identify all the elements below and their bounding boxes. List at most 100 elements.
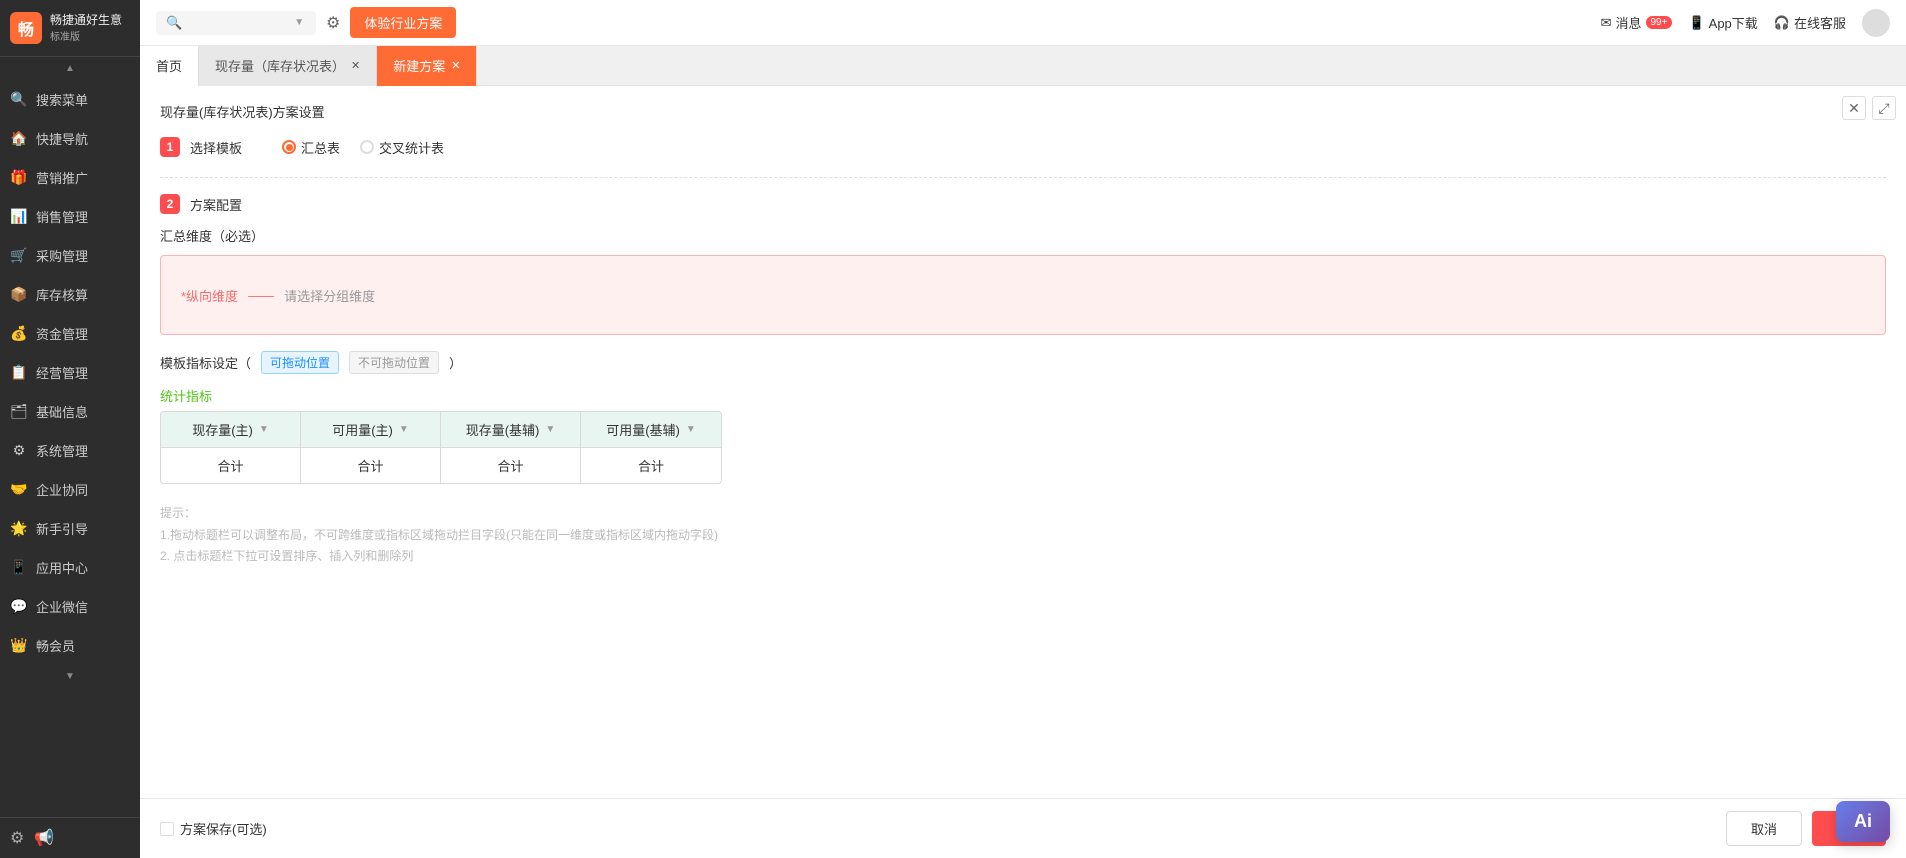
sidebar-item-business[interactable]: 📋 经营管理 — [0, 353, 140, 392]
tip-header: 提示： — [160, 503, 1886, 525]
col2-chevron-icon[interactable]: ▼ — [545, 424, 555, 435]
col1-chevron-icon[interactable]: ▼ — [399, 424, 409, 435]
step1-divider — [160, 177, 1886, 178]
content-area: ✕ ⤢ 现存量(库存状况表)方案设置 1 选择模板 汇总表 — [140, 86, 1906, 858]
sidebar-item-sales[interactable]: 📊 销售管理 — [0, 197, 140, 236]
money-icon: 💰 — [10, 325, 28, 343]
crown-icon: 👑 — [10, 637, 28, 655]
stats-table-header: 现存量(主) ▼ 可用量(主) ▼ 现存量(基辅) ▼ 可用量(基辅) — [161, 412, 721, 448]
stats-table: 现存量(主) ▼ 可用量(主) ▼ 现存量(基辅) ▼ 可用量(基辅) — [160, 411, 722, 484]
topbar-search-input[interactable] — [188, 16, 288, 30]
sidebar-item-nav[interactable]: 🏠 快捷导航 — [0, 119, 140, 158]
stats-cell-0-0: 合计 — [161, 448, 301, 483]
panel: ✕ ⤢ 现存量(库存状况表)方案设置 1 选择模板 汇总表 — [140, 86, 1906, 798]
dimension-select-hint[interactable]: 请选择分组维度 — [284, 286, 375, 305]
radio-cross-circle — [360, 140, 374, 154]
speaker-icon[interactable]: 📢 — [34, 828, 54, 848]
sidebar-footer: ⚙ 📢 — [0, 817, 140, 858]
stats-cell-0-3: 合计 — [581, 448, 721, 483]
save-label: 方案保存(可选) — [180, 819, 267, 838]
save-checkbox[interactable] — [160, 822, 174, 836]
topbar-msg[interactable]: ✉ 消息 99+ — [1601, 13, 1673, 32]
col3-chevron-icon[interactable]: ▼ — [686, 424, 696, 435]
panel-title: 现存量(库存状况表)方案设置 — [160, 102, 1886, 121]
step1-section: 1 选择模板 汇总表 交叉统计表 — [160, 137, 1886, 157]
sidebar-logo: 畅 畅捷通好生意 标准版 — [0, 0, 140, 57]
stats-col-3[interactable]: 可用量(基辅) ▼ — [581, 412, 721, 447]
step2-header: 2 方案配置 — [160, 194, 1886, 214]
panel-close-btn[interactable]: ✕ — [1842, 96, 1866, 120]
cart-icon: 🛒 — [10, 247, 28, 265]
sidebar-item-basic[interactable]: 🗂 基础信息 — [0, 392, 140, 431]
stats-table-row-0: 合计 合计 合计 合计 — [161, 448, 721, 483]
step1-header: 1 选择模板 汇总表 交叉统计表 — [160, 137, 1886, 157]
topbar-app[interactable]: 📱 App下载 — [1688, 13, 1757, 32]
settings-icon[interactable]: ⚙ — [10, 828, 24, 848]
chart-icon: 📊 — [10, 208, 28, 226]
sidebar-item-system[interactable]: ⚙ 系统管理 — [0, 431, 140, 470]
sidebar-item-enterprise[interactable]: 🤝 企业协同 — [0, 470, 140, 509]
message-icon: ✉ — [1601, 15, 1612, 31]
stats-col-2[interactable]: 现存量(基辅) ▼ — [441, 412, 581, 447]
sidebar-item-finance[interactable]: 💰 资金管理 — [0, 314, 140, 353]
tab-new-plan-close-icon[interactable]: ✕ — [451, 59, 460, 72]
sidebar-item-search[interactable]: 🔍 搜索菜单 — [0, 80, 140, 119]
tab-new-plan[interactable]: 新建方案 ✕ — [377, 46, 477, 86]
col0-chevron-icon[interactable]: ▼ — [259, 424, 269, 435]
panel-actions: ✕ ⤢ — [1842, 96, 1896, 120]
step2-title: 方案配置 — [190, 195, 242, 214]
step2-section: 2 方案配置 汇总维度（必选） *纵向维度 —— 请选择分组维度 模板指标设定（ — [160, 194, 1886, 568]
topbar-search-box[interactable]: 🔍 ▼ — [156, 11, 316, 35]
clipboard-icon: 📋 — [10, 364, 28, 382]
save-option: 方案保存(可选) — [160, 819, 267, 838]
indicator-label: 模板指标设定（ 可拖动位置 不可拖动位置 ） — [160, 351, 1886, 374]
sidebar-item-guide[interactable]: 🌟 新手引导 — [0, 509, 140, 548]
tab-inventory-status[interactable]: 现存量（库存状况表） ✕ — [199, 46, 377, 86]
tips-section: 提示： 1.拖动标题栏可以调整布局，不可跨维度或指标区域拖动拦目字段(只能在同一… — [160, 503, 1886, 568]
star-icon: 🌟 — [10, 520, 28, 538]
sidebar-item-marketing[interactable]: 🎁 营销推广 — [0, 158, 140, 197]
sidebar-item-purchase[interactable]: 🛒 采购管理 — [0, 236, 140, 275]
radio-summary[interactable]: 汇总表 — [282, 138, 340, 157]
sidebar-item-inventory[interactable]: 📦 库存核算 — [0, 275, 140, 314]
topbar-right: ✉ 消息 99+ 📱 App下载 🎧 在线客服 — [1601, 9, 1890, 37]
panel-expand-btn[interactable]: ⤢ — [1872, 96, 1896, 120]
stats-section-label: 统计指标 — [160, 386, 1886, 405]
app-name-text: 畅捷通好生意 标准版 — [50, 13, 122, 44]
trial-btn[interactable]: 体验行业方案 — [350, 7, 456, 38]
sidebar-scroll-down[interactable]: ▼ — [0, 665, 140, 688]
tab-home[interactable]: 首页 — [140, 46, 199, 86]
user-avatar[interactable] — [1862, 9, 1890, 37]
chat-icon: 💬 — [10, 598, 28, 616]
step1-title: 选择模板 — [190, 138, 242, 157]
radio-summary-circle — [282, 140, 296, 154]
tab-inventory-close-icon[interactable]: ✕ — [351, 59, 360, 72]
gear-icon: ⚙ — [10, 442, 28, 460]
tip-2: 2. 点击标题栏下拉可设置排序、插入列和删除列 — [160, 546, 1886, 568]
ai-badge[interactable]: Ai — [1836, 801, 1890, 842]
stats-col-1[interactable]: 可用量(主) ▼ — [301, 412, 441, 447]
sidebar-item-wechat[interactable]: 💬 企业微信 — [0, 587, 140, 626]
template-radio-group: 汇总表 交叉统计表 — [282, 138, 444, 157]
search-icon: 🔍 — [10, 91, 28, 109]
sidebar-item-appstore[interactable]: 📱 应用中心 — [0, 548, 140, 587]
bottom-bar: 方案保存(可选) 取消 查询 — [140, 798, 1906, 858]
stats-col-0[interactable]: 现存量(主) ▼ — [161, 412, 301, 447]
sidebar-item-member[interactable]: 👑 畅会员 — [0, 626, 140, 665]
gift-icon: 🎁 — [10, 169, 28, 187]
tabbar: 首页 现存量（库存状况表） ✕ 新建方案 ✕ — [140, 46, 1906, 86]
non-draggable-badge: 不可拖动位置 — [349, 351, 439, 374]
cancel-button[interactable]: 取消 — [1726, 811, 1802, 846]
required-star: *纵向维度 — [181, 286, 238, 305]
topbar-service[interactable]: 🎧 在线客服 — [1774, 13, 1846, 32]
headset-icon: 🎧 — [1774, 15, 1790, 31]
dimension-box: *纵向维度 —— 请选择分组维度 — [160, 255, 1886, 335]
box-icon: 📦 — [10, 286, 28, 304]
sidebar-scroll-up[interactable]: ▲ — [0, 57, 140, 80]
topbar-gear-icon[interactable]: ⚙ — [326, 13, 340, 33]
dimension-dash: —— — [248, 288, 274, 303]
handshake-icon: 🤝 — [10, 481, 28, 499]
topbar-dropdown-icon[interactable]: ▼ — [294, 17, 304, 28]
radio-cross[interactable]: 交叉统计表 — [360, 138, 444, 157]
app-icon: 📱 — [1688, 15, 1704, 31]
